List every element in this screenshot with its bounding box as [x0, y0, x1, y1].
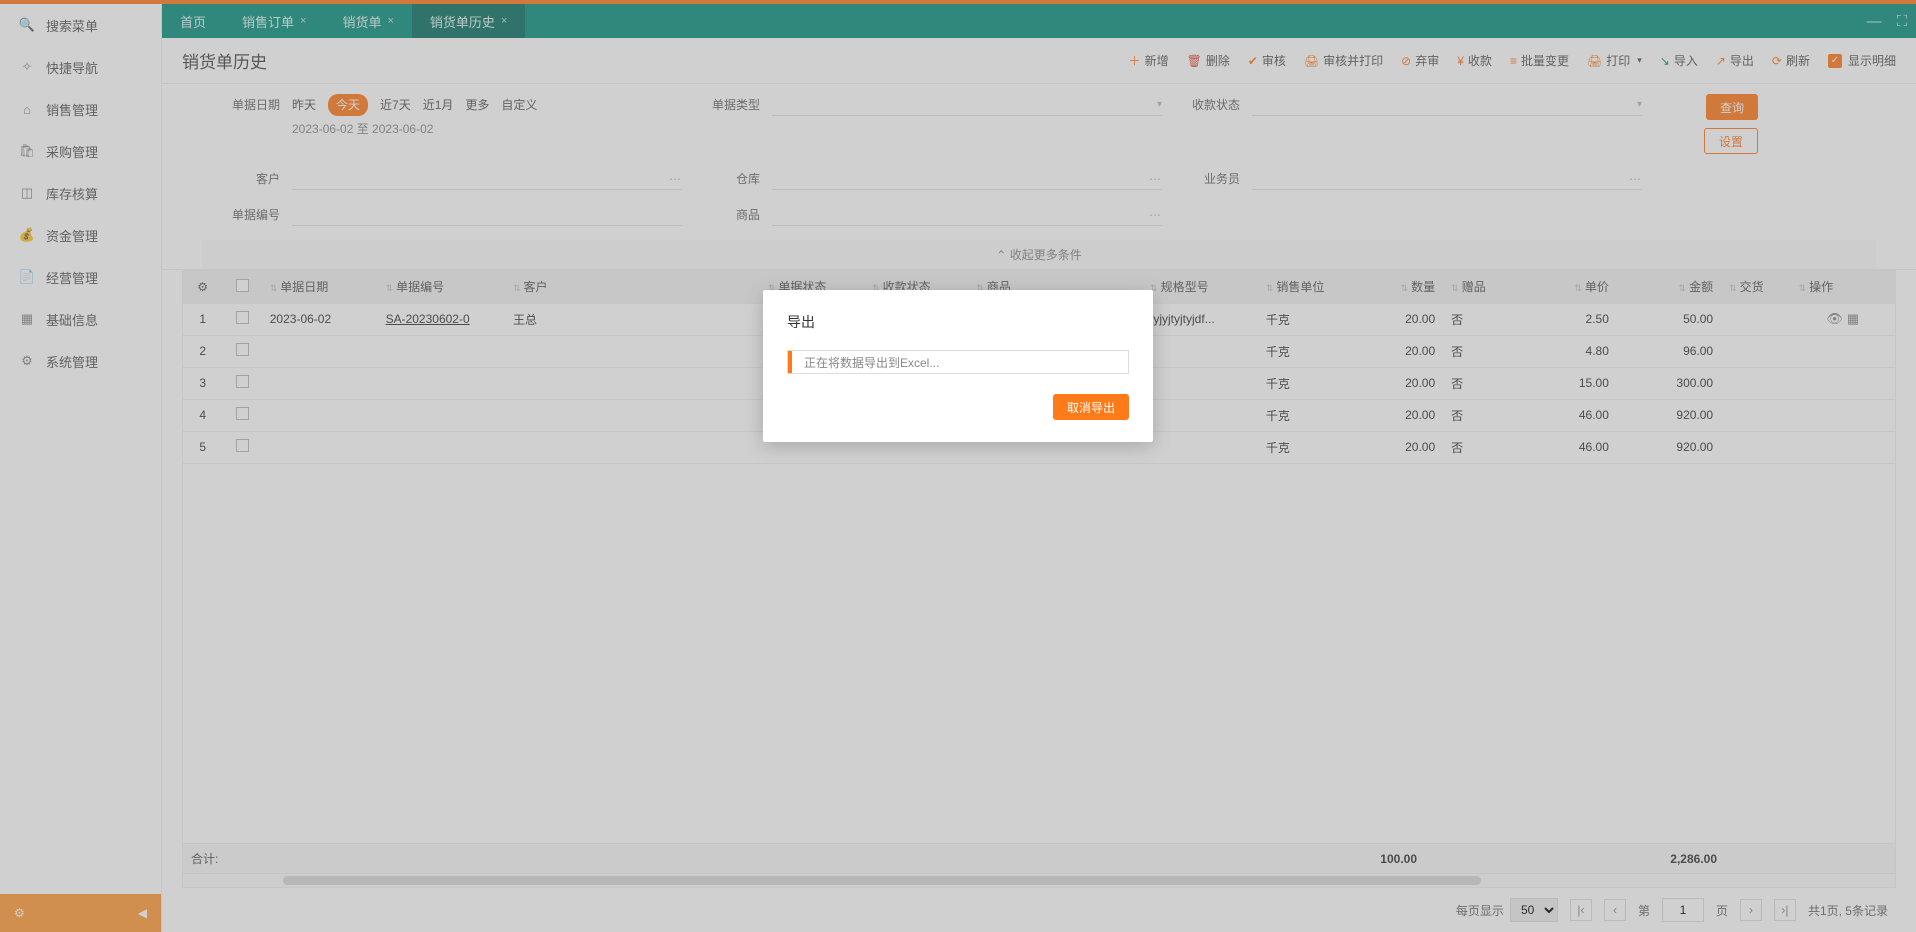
export-progress: 正在将数据导出到Excel... [787, 350, 1129, 374]
cancel-export-button[interactable]: 取消导出 [1053, 394, 1129, 420]
modal-title: 导出 [787, 312, 1129, 332]
modal-overlay: 导出 正在将数据导出到Excel... 取消导出 [0, 0, 1916, 932]
export-modal: 导出 正在将数据导出到Excel... 取消导出 [763, 290, 1153, 442]
